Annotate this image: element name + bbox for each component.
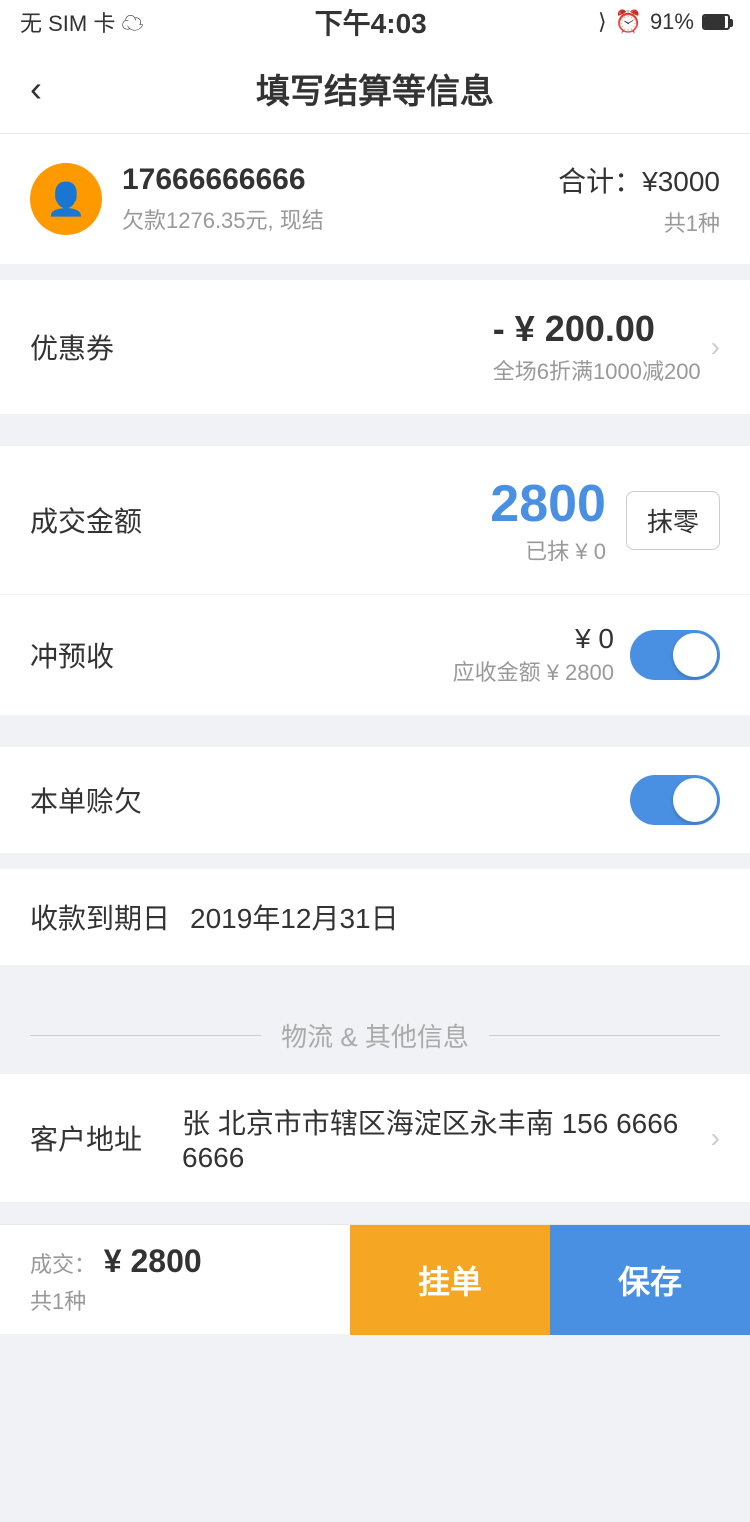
prepay-toggle[interactable] (630, 630, 720, 680)
date-label: 收款到期日 (30, 897, 170, 937)
debit-toggle[interactable] (630, 775, 720, 825)
section-divider-3 (0, 981, 750, 997)
status-left: 无 SIM 卡 ☁ (20, 6, 143, 38)
alarm-icon: ⏰ (615, 9, 642, 35)
status-time: 下午4:03 (315, 2, 427, 42)
bottom-summary: 成交： ¥ 2800 共1种 (0, 1243, 350, 1316)
prepay-sub: 应收金额 ¥ 2800 (453, 655, 614, 687)
location-icon: ⟩ (598, 9, 607, 35)
logistics-divider: 物流 & 其他信息 (0, 997, 750, 1074)
prepay-right: ¥ 0 应收金额 ¥ 2800 (453, 623, 720, 687)
debit-toggle-knob (673, 778, 717, 822)
bottom-amount: ¥ 2800 (104, 1243, 202, 1279)
status-right: ⟩ ⏰ 91% (598, 9, 730, 35)
address-row[interactable]: 客户地址 张 北京市市辖区海淀区永丰南 156 6666 6666 › (0, 1074, 750, 1202)
chevron-right-icon: › (711, 331, 720, 363)
section-divider (0, 430, 750, 446)
coupon-row[interactable]: 优惠券 - ¥ 200.00 全场6折满1000减200 › (0, 280, 750, 414)
prepay-values: ¥ 0 应收金额 ¥ 2800 (453, 623, 614, 687)
coupon-desc: 全场6折满1000减200 (493, 354, 701, 386)
amount-sub: 已抹 ¥ 0 (490, 534, 606, 566)
divider-line-left (30, 1035, 261, 1036)
item-count: 共1种 (558, 206, 720, 238)
round-button[interactable]: 抹零 (626, 491, 720, 550)
address-value: 张 北京市市辖区海淀区永丰南 156 6666 6666 (182, 1102, 691, 1174)
logistics-text: 物流 & 其他信息 (281, 1017, 469, 1054)
prepay-label: 冲预收 (30, 635, 114, 675)
section-divider-2 (0, 731, 750, 747)
user-total: 合计：¥3000 共1种 (558, 160, 720, 238)
avatar: 👤 (30, 163, 102, 235)
avatar-icon: 👤 (46, 180, 86, 218)
prepay-amount: ¥ 0 (453, 623, 614, 655)
debit-section: 本单赊欠 (0, 747, 750, 853)
prepay-row: 冲预收 ¥ 0 应收金额 ¥ 2800 (0, 595, 750, 715)
divider-line-right (489, 1035, 720, 1036)
save-button[interactable]: 保存 (550, 1225, 750, 1335)
battery-icon (702, 14, 730, 30)
coupon-amount: - ¥ 200.00 (493, 308, 701, 350)
bottom-label: 成交： (30, 1252, 96, 1277)
date-row: 收款到期日 2019年12月31日 (0, 869, 750, 965)
page-title: 填写结算等信息 (256, 64, 494, 113)
user-info: 17666666666 欠款1276.35元, 现结 (122, 163, 324, 235)
status-bar: 无 SIM 卡 ☁ 下午4:03 ⟩ ⏰ 91% (0, 0, 750, 44)
coupon-right: - ¥ 200.00 全场6折满1000减200 › (493, 308, 720, 386)
date-value: 2019年12月31日 (190, 897, 399, 937)
coupon-label: 优惠券 (30, 327, 114, 367)
form-section: 成交金额 2800 已抹 ¥ 0 抹零 冲预收 ¥ 0 应收金额 ¥ 2800 (0, 446, 750, 715)
nav-bar: ‹ 填写结算等信息 (0, 44, 750, 134)
bottom-count: 共1种 (30, 1284, 320, 1316)
toggle-knob (673, 633, 717, 677)
user-phone: 17666666666 (122, 163, 324, 197)
amount-big: 2800 (490, 474, 606, 534)
address-label: 客户地址 (30, 1118, 142, 1158)
bottom-bar: 成交： ¥ 2800 共1种 挂单 保存 (0, 1224, 750, 1334)
total-amount: 合计：¥3000 (558, 160, 720, 200)
bottom-amount-row: 成交： ¥ 2800 (30, 1243, 320, 1280)
debit-row: 本单赊欠 (0, 747, 750, 853)
sim-signal: 无 SIM 卡 ☁ (20, 6, 143, 38)
back-button[interactable]: ‹ (20, 58, 52, 120)
debit-label: 本单赊欠 (30, 780, 142, 820)
hang-button[interactable]: 挂单 (350, 1225, 550, 1335)
amount-right: 2800 已抹 ¥ 0 抹零 (490, 474, 720, 566)
amount-label: 成交金额 (30, 500, 142, 540)
battery-level: 91% (650, 9, 694, 35)
user-debt: 欠款1276.35元, 现结 (122, 203, 324, 235)
amount-row: 成交金额 2800 已抹 ¥ 0 抹零 (0, 446, 750, 595)
user-left: 👤 17666666666 欠款1276.35元, 现结 (30, 163, 324, 235)
address-chevron-icon: › (711, 1122, 720, 1154)
amount-value: 2800 已抹 ¥ 0 (490, 474, 606, 566)
user-card: 👤 17666666666 欠款1276.35元, 现结 合计：¥3000 共1… (0, 134, 750, 264)
